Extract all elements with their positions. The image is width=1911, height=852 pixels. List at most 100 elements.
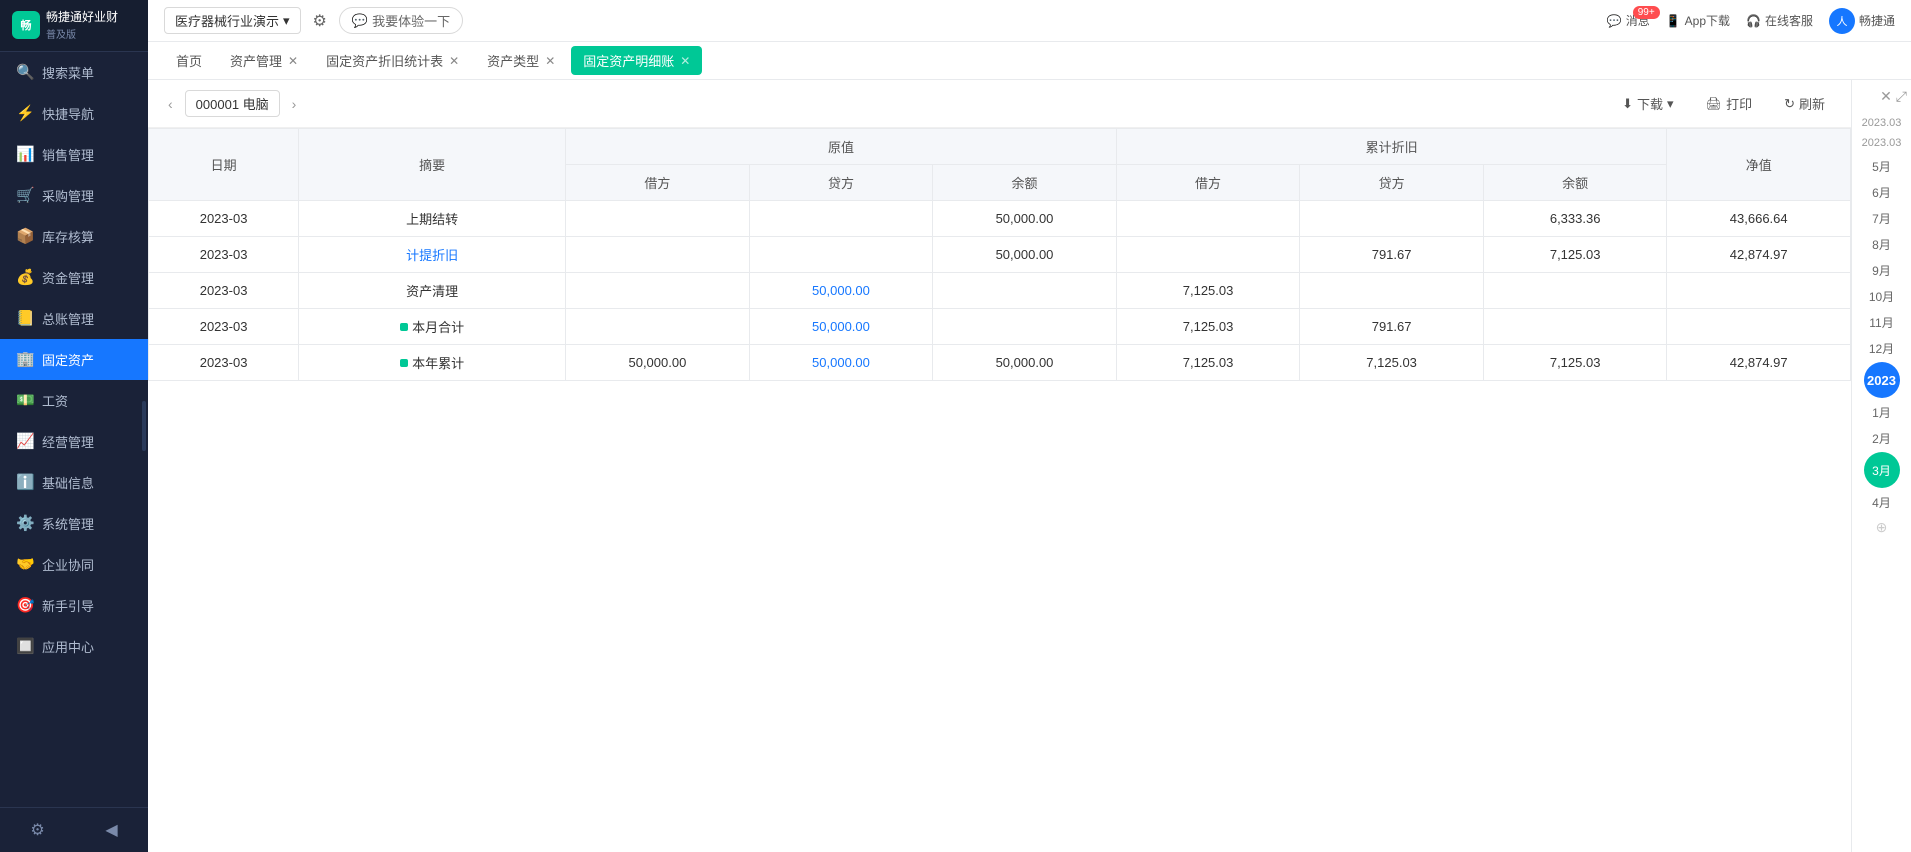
collapse-button[interactable]: ◀ (97, 816, 125, 844)
sidebar-logo: 畅 畅捷通好业财 普及版 (0, 0, 148, 52)
tab-depreciation-stats[interactable]: 固定资产折旧统计表 ✕ (314, 46, 471, 75)
sidebar-item-inventory[interactable]: 📦 库存核算 (0, 216, 148, 257)
timeline-month-7[interactable]: 7月 (1862, 206, 1902, 230)
notification-button[interactable]: 💬 消息 99+ (1607, 12, 1650, 29)
next-asset-button[interactable]: › (288, 94, 301, 114)
timeline-month-11[interactable]: 11月 (1862, 310, 1902, 334)
notification-icon: 💬 (1607, 14, 1622, 28)
expand-panel-button[interactable]: ⤢ (1896, 88, 1907, 105)
purchase-icon: 🛒 (16, 186, 34, 204)
online-service-button[interactable]: 🎧 在线客服 (1746, 12, 1813, 29)
chevron-down-icon: ▾ (283, 13, 290, 29)
cell-summary: 本月合计 (299, 309, 566, 345)
cell-date: 2023-03 (149, 345, 299, 381)
sidebar-item-finance[interactable]: 💰 资金管理 (0, 257, 148, 298)
timeline-year-2023[interactable]: 2023 (1864, 362, 1900, 398)
sidebar-item-fixed-assets[interactable]: 🏢 固定资产 (0, 339, 148, 380)
timeline-month-2[interactable]: 2月 (1862, 426, 1902, 450)
col-acc-header: 累计折旧 (1116, 129, 1667, 165)
cell-orig-credit (749, 237, 933, 273)
app-download-button[interactable]: 📱 App下载 (1666, 12, 1730, 29)
col-acc-balance-header: 余额 (1483, 165, 1667, 201)
timeline-expand-down[interactable]: ⊕ (1876, 519, 1888, 536)
detail-actions: ⬇ 下载 ▾ 🖨 打印 ↻ 刷新 (1612, 90, 1835, 117)
sidebar-item-operations[interactable]: 📈 经营管理 (0, 421, 148, 462)
sidebar-item-payroll[interactable]: 💵 工资 (0, 380, 148, 421)
cell-summary: 上期结转 (299, 201, 566, 237)
cell-acc-debit (1116, 237, 1300, 273)
cell-date: 2023-03 (149, 309, 299, 345)
timeline-month-3-active[interactable]: 3月 (1864, 452, 1900, 488)
cell-net (1667, 273, 1851, 309)
table-row: 2023-03 本年累计 50,000.00 50,000.00 50,000.… (149, 345, 1851, 381)
timeline-month-6[interactable]: 6月 (1862, 180, 1902, 204)
cell-net (1667, 309, 1851, 345)
sidebar-item-system[interactable]: ⚙️ 系统管理 (0, 503, 148, 544)
avatar: 人 (1829, 8, 1855, 34)
print-button[interactable]: 🖨 打印 (1696, 90, 1763, 117)
timeline-month-1[interactable]: 1月 (1862, 400, 1902, 424)
cell-orig-debit (566, 309, 750, 345)
app-center-icon: 🔲 (16, 637, 34, 655)
sidebar-item-corp[interactable]: 🤝 企业协同 (0, 544, 148, 585)
topbar-actions: 💬 消息 99+ 📱 App下载 🎧 在线客服 人 畅捷通 (1607, 8, 1895, 34)
timeline-month-12[interactable]: 12月 (1862, 336, 1902, 360)
user-profile[interactable]: 人 畅捷通 (1829, 8, 1895, 34)
dropdown-arrow-icon: ▾ (1667, 96, 1674, 112)
sales-icon: 📊 (16, 145, 34, 163)
cell-acc-credit (1300, 201, 1484, 237)
sidebar-item-app-center[interactable]: 🔲 应用中心 (0, 626, 148, 667)
timeline-year-label: 2023.03 (1862, 137, 1902, 149)
notification-badge: 99+ (1633, 6, 1660, 19)
cell-acc-credit: 7,125.03 (1300, 345, 1484, 381)
col-net-header: 净值 (1667, 129, 1851, 201)
tab-close-asset-mgmt[interactable]: ✕ (288, 54, 298, 68)
tab-asset-type[interactable]: 资产类型 ✕ (475, 46, 567, 75)
sidebar-item-basic-info[interactable]: ℹ️ 基础信息 (0, 462, 148, 503)
sidebar-nav: 🔍 搜索菜单 ⚡ 快捷导航 📊 销售管理 🛒 采购管理 📦 库存核算 💰 资金管… (0, 52, 148, 807)
table-row: 2023-03 计提折旧 50,000.00 791.67 7,125.03 4… (149, 237, 1851, 273)
cell-acc-balance: 6,333.36 (1483, 201, 1667, 237)
cell-summary: 资产清理 (299, 273, 566, 309)
download-button[interactable]: ⬇ 下载 ▾ (1612, 90, 1683, 117)
sidebar-item-quicknav[interactable]: ⚡ 快捷导航 (0, 93, 148, 134)
system-icon: ⚙️ (16, 514, 34, 532)
timeline-month-5[interactable]: 5月 (1862, 154, 1902, 178)
tab-close-depreciation-stats[interactable]: ✕ (449, 54, 459, 68)
cell-acc-debit (1116, 201, 1300, 237)
sidebar-item-guide[interactable]: 🎯 新手引导 (0, 585, 148, 626)
tab-asset-mgmt[interactable]: 资产管理 ✕ (218, 46, 310, 75)
experience-button[interactable]: 💬 我要体验一下 (339, 7, 463, 34)
table-row: 2023-03 资产清理 50,000.00 7,125.03 (149, 273, 1851, 309)
cell-acc-credit (1300, 273, 1484, 309)
sidebar-item-sales[interactable]: 📊 销售管理 (0, 134, 148, 175)
basic-info-icon: ℹ️ (16, 473, 34, 491)
timeline-month-9[interactable]: 9月 (1862, 258, 1902, 282)
timeline-month-10[interactable]: 10月 (1862, 284, 1902, 308)
tab-home[interactable]: 首页 (164, 46, 214, 75)
cell-net: 42,874.97 (1667, 345, 1851, 381)
sidebar-item-search[interactable]: 🔍 搜索菜单 (0, 52, 148, 93)
company-selector[interactable]: 医疗器械行业演示 ▾ (164, 7, 301, 34)
topbar: 医疗器械行业演示 ▾ ⚙ 💬 我要体验一下 💬 消息 99+ 📱 App下载 🎧… (148, 0, 1911, 42)
cell-orig-balance: 50,000.00 (933, 345, 1117, 381)
tab-asset-detail[interactable]: 固定资产明细账 ✕ (571, 46, 702, 75)
close-panel-button[interactable]: ✕ (1880, 88, 1892, 105)
timeline-month-8[interactable]: 8月 (1862, 232, 1902, 256)
refresh-button[interactable]: ↻ 刷新 (1774, 90, 1835, 117)
cell-net: 43,666.64 (1667, 201, 1851, 237)
refresh-icon: ↻ (1784, 96, 1795, 112)
tab-close-asset-type[interactable]: ✕ (545, 54, 555, 68)
cell-orig-credit: 50,000.00 (749, 273, 933, 309)
gear-icon[interactable]: ⚙ (313, 11, 327, 31)
settings-button[interactable]: ⚙ (22, 816, 52, 844)
tab-close-asset-detail[interactable]: ✕ (680, 54, 690, 68)
cell-acc-debit: 7,125.03 (1116, 273, 1300, 309)
sidebar-item-ledger[interactable]: 📒 总账管理 (0, 298, 148, 339)
timeline-month-4[interactable]: 4月 (1862, 490, 1902, 514)
download-icon: ⬇ (1622, 96, 1633, 112)
prev-asset-button[interactable]: ‹ (164, 94, 177, 114)
sidebar-item-purchase[interactable]: 🛒 采购管理 (0, 175, 148, 216)
experience-icon: 💬 (352, 13, 368, 29)
service-icon: 🎧 (1746, 14, 1761, 28)
